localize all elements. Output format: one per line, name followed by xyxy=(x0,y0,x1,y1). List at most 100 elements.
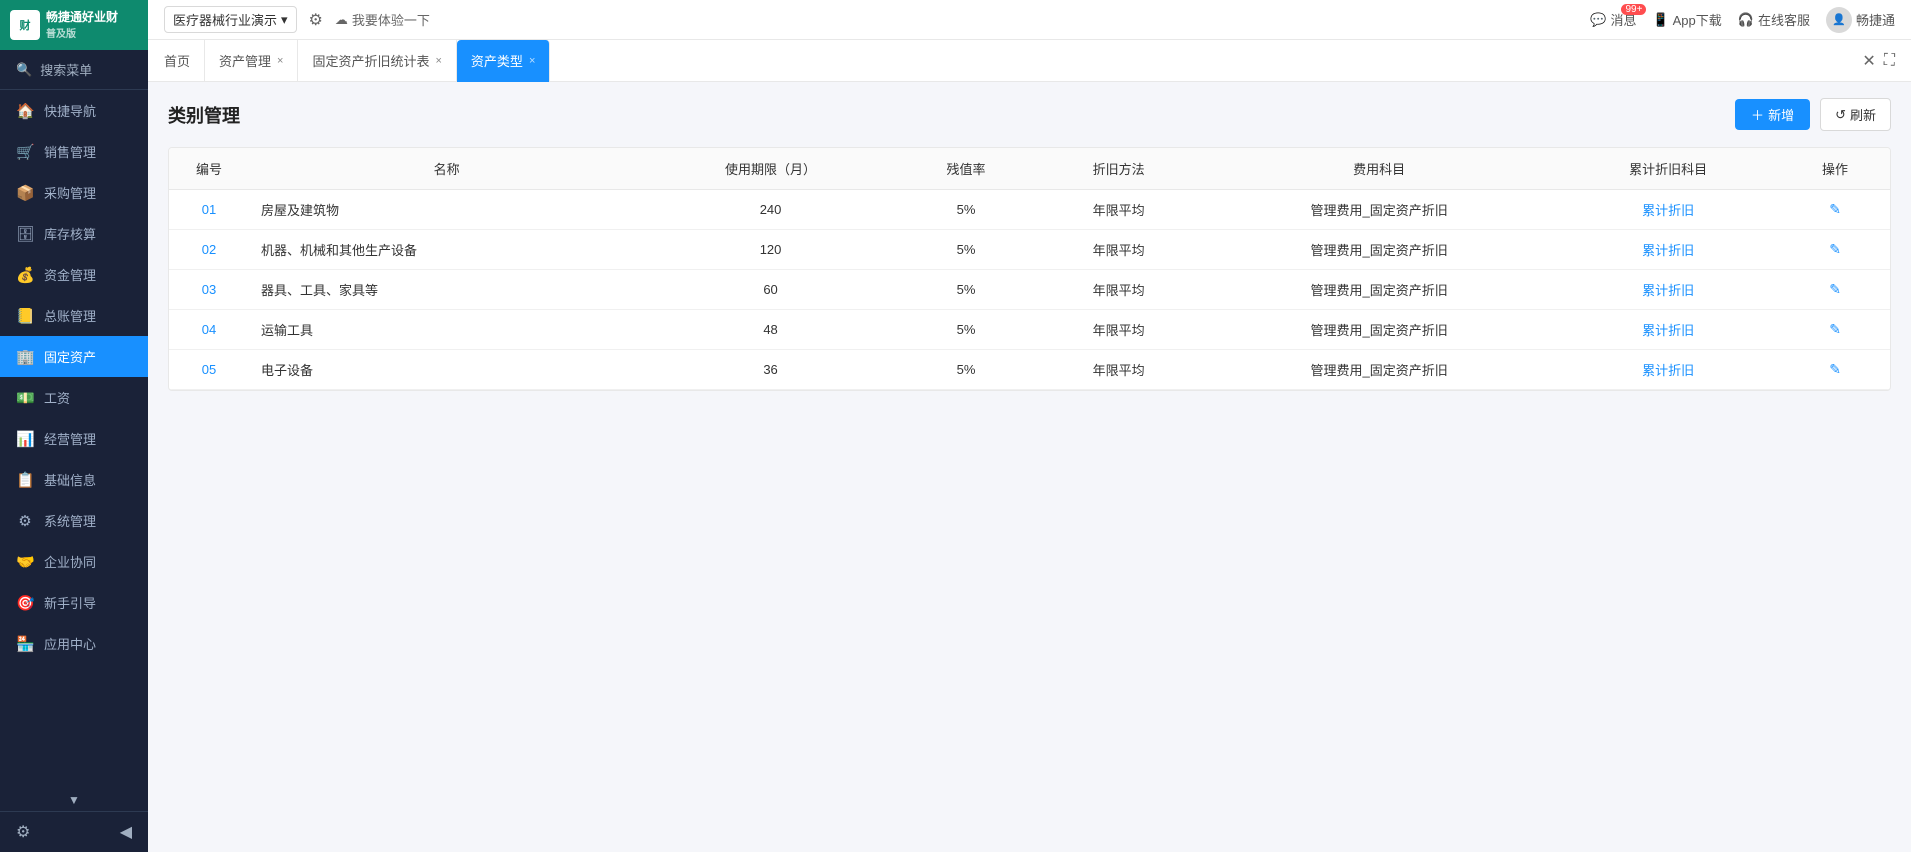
edit-icon[interactable]: ✎ xyxy=(1829,321,1841,337)
tab-home-label: 首页 xyxy=(164,51,190,70)
page-header: 类别管理 ＋ 新增 ↺ 刷新 xyxy=(168,98,1891,131)
collab-icon: 🤝 xyxy=(16,553,34,571)
edit-icon[interactable]: ✎ xyxy=(1829,361,1841,377)
cell-accum-account: 累计折旧 xyxy=(1556,310,1780,350)
search-icon: 🔍 xyxy=(16,62,32,78)
sidebar-item-label: 库存核算 xyxy=(44,224,96,243)
sidebar-nav: 🛒 销售管理 📦 采购管理 🗄 库存核算 💰 资金管理 📒 总账管理 🏢 固定资… xyxy=(0,131,148,789)
cell-name: 机器、机械和其他生产设备 xyxy=(249,230,644,270)
tab-maximize-button[interactable]: ⛶ xyxy=(1884,52,1895,70)
cell-name: 器具、工具、家具等 xyxy=(249,270,644,310)
tab-close-button[interactable]: ✕ xyxy=(1862,51,1875,71)
sidebar-item-basic-info[interactable]: 📋 基础信息 xyxy=(0,459,148,500)
sidebar-item-label: 工资 xyxy=(44,388,70,407)
sidebar-item-guide[interactable]: 🎯 新手引导 xyxy=(0,582,148,623)
sidebar-item-appstore[interactable]: 🏪 应用中心 xyxy=(0,623,148,664)
operations-icon: 📊 xyxy=(16,430,34,448)
cell-action[interactable]: ✎ xyxy=(1780,230,1890,270)
cell-months: 120 xyxy=(644,230,897,270)
sidebar-item-operations[interactable]: 📊 经营管理 xyxy=(0,418,148,459)
cell-method: 年限平均 xyxy=(1035,190,1202,230)
experience-label: 我要体验一下 xyxy=(352,10,430,29)
message-badge: 99+ xyxy=(1621,4,1646,15)
tab-asset-mgmt[interactable]: 资产管理 × xyxy=(205,40,298,82)
fixed-assets-icon: 🏢 xyxy=(16,348,34,366)
tab-asset-type-close[interactable]: × xyxy=(529,55,535,67)
tab-depreciation-close[interactable]: × xyxy=(435,55,441,67)
tab-depreciation-table[interactable]: 固定资产折旧统计表 × xyxy=(298,40,456,82)
settings-icon[interactable]: ⚙ xyxy=(16,822,30,842)
cell-action[interactable]: ✎ xyxy=(1780,190,1890,230)
sidebar-item-quick-nav[interactable]: 🏠 快捷导航 xyxy=(0,90,148,131)
mobile-icon: 📱 xyxy=(1652,12,1668,28)
user-profile[interactable]: 👤 畅捷通 xyxy=(1826,7,1895,33)
col-action: 操作 xyxy=(1780,148,1890,190)
cell-residual-rate: 5% xyxy=(897,270,1035,310)
sidebar-item-sales[interactable]: 🛒 销售管理 xyxy=(0,131,148,172)
search-menu-button[interactable]: 🔍 搜索菜单 xyxy=(0,50,148,90)
sidebar-item-label: 采购管理 xyxy=(44,183,96,202)
sidebar-item-label: 销售管理 xyxy=(44,142,96,161)
tab-asset-type[interactable]: 资产类型 × xyxy=(457,40,550,82)
app-download-button[interactable]: 📱 App下载 xyxy=(1652,10,1721,29)
purchase-icon: 📦 xyxy=(16,184,34,202)
sidebar-item-label: 企业协同 xyxy=(44,552,96,571)
cell-expense-account: 管理费用_固定资产折旧 xyxy=(1202,350,1556,390)
sidebar-item-salary[interactable]: 💵 工资 xyxy=(0,377,148,418)
refresh-button[interactable]: ↺ 刷新 xyxy=(1820,98,1891,131)
company-selector[interactable]: 医疗器械行业演示 ▾ xyxy=(164,6,297,33)
settings-button[interactable]: ⚙ xyxy=(309,10,323,30)
sidebar-item-label: 基础信息 xyxy=(44,470,96,489)
tab-depreciation-table-label: 固定资产折旧统计表 xyxy=(312,51,429,70)
ledger-icon: 📒 xyxy=(16,307,34,325)
cell-accum-account: 累计折旧 xyxy=(1556,350,1780,390)
cell-method: 年限平均 xyxy=(1035,230,1202,270)
cell-residual-rate: 5% xyxy=(897,190,1035,230)
user-name: 畅捷通 xyxy=(1856,10,1895,29)
cell-action[interactable]: ✎ xyxy=(1780,270,1890,310)
sidebar-item-collab[interactable]: 🤝 企业协同 xyxy=(0,541,148,582)
edit-icon[interactable]: ✎ xyxy=(1829,241,1841,257)
cell-action[interactable]: ✎ xyxy=(1780,350,1890,390)
data-table: 编号 名称 使用期限（月） 残值率 折旧方法 费用科目 累计折旧科目 操作 01… xyxy=(168,147,1891,391)
cell-name: 运输工具 xyxy=(249,310,644,350)
edit-icon[interactable]: ✎ xyxy=(1829,201,1841,217)
cell-id: 04 xyxy=(169,310,249,350)
sidebar-item-label: 系统管理 xyxy=(44,511,96,530)
cell-months: 36 xyxy=(644,350,897,390)
message-button[interactable]: 💬 消息 99+ xyxy=(1590,10,1636,29)
cloud-icon: ☁ xyxy=(335,12,348,28)
new-button-label: 新增 xyxy=(1768,105,1794,124)
guide-icon: 🎯 xyxy=(16,594,34,612)
edit-icon[interactable]: ✎ xyxy=(1829,281,1841,297)
collapse-icon[interactable]: ◀ xyxy=(120,822,132,842)
cell-method: 年限平均 xyxy=(1035,350,1202,390)
tab-home[interactable]: 首页 xyxy=(164,40,205,82)
content-area: 类别管理 ＋ 新增 ↺ 刷新 编号 名称 使用期限（月） xyxy=(148,82,1911,852)
sidebar-item-fixed-assets[interactable]: 🏢 固定资产 xyxy=(0,336,148,377)
page-title: 类别管理 xyxy=(168,102,240,128)
tabs-bar: 首页 资产管理 × 固定资产折旧统计表 × 资产类型 × ✕ ⛶ xyxy=(148,40,1911,82)
sidebar-scroll-down[interactable]: ▼ xyxy=(0,789,148,811)
cell-residual-rate: 5% xyxy=(897,310,1035,350)
tab-asset-mgmt-close[interactable]: × xyxy=(277,55,283,67)
cell-action[interactable]: ✎ xyxy=(1780,310,1890,350)
online-support-button[interactable]: 🎧 在线客服 xyxy=(1738,10,1810,29)
sidebar-item-inventory[interactable]: 🗄 库存核算 xyxy=(0,213,148,254)
cell-method: 年限平均 xyxy=(1035,270,1202,310)
cell-name: 房屋及建筑物 xyxy=(249,190,644,230)
sidebar-item-purchase[interactable]: 📦 采购管理 xyxy=(0,172,148,213)
sidebar-item-finance[interactable]: 💰 资金管理 xyxy=(0,254,148,295)
cell-accum-account: 累计折旧 xyxy=(1556,230,1780,270)
sidebar-item-label: 固定资产 xyxy=(44,347,96,366)
avatar: 👤 xyxy=(1826,7,1852,33)
col-residual-rate: 残值率 xyxy=(897,148,1035,190)
sidebar-item-ledger[interactable]: 📒 总账管理 xyxy=(0,295,148,336)
col-id: 编号 xyxy=(169,148,249,190)
sidebar-logo: 财 畅捷通好业财 普及版 xyxy=(0,0,148,50)
logo-sub: 普及版 xyxy=(46,25,118,40)
new-button[interactable]: ＋ 新增 xyxy=(1735,99,1810,130)
cell-expense-account: 管理费用_固定资产折旧 xyxy=(1202,190,1556,230)
experience-button[interactable]: ☁ 我要体验一下 xyxy=(335,10,430,29)
sidebar-item-system[interactable]: ⚙ 系统管理 xyxy=(0,500,148,541)
